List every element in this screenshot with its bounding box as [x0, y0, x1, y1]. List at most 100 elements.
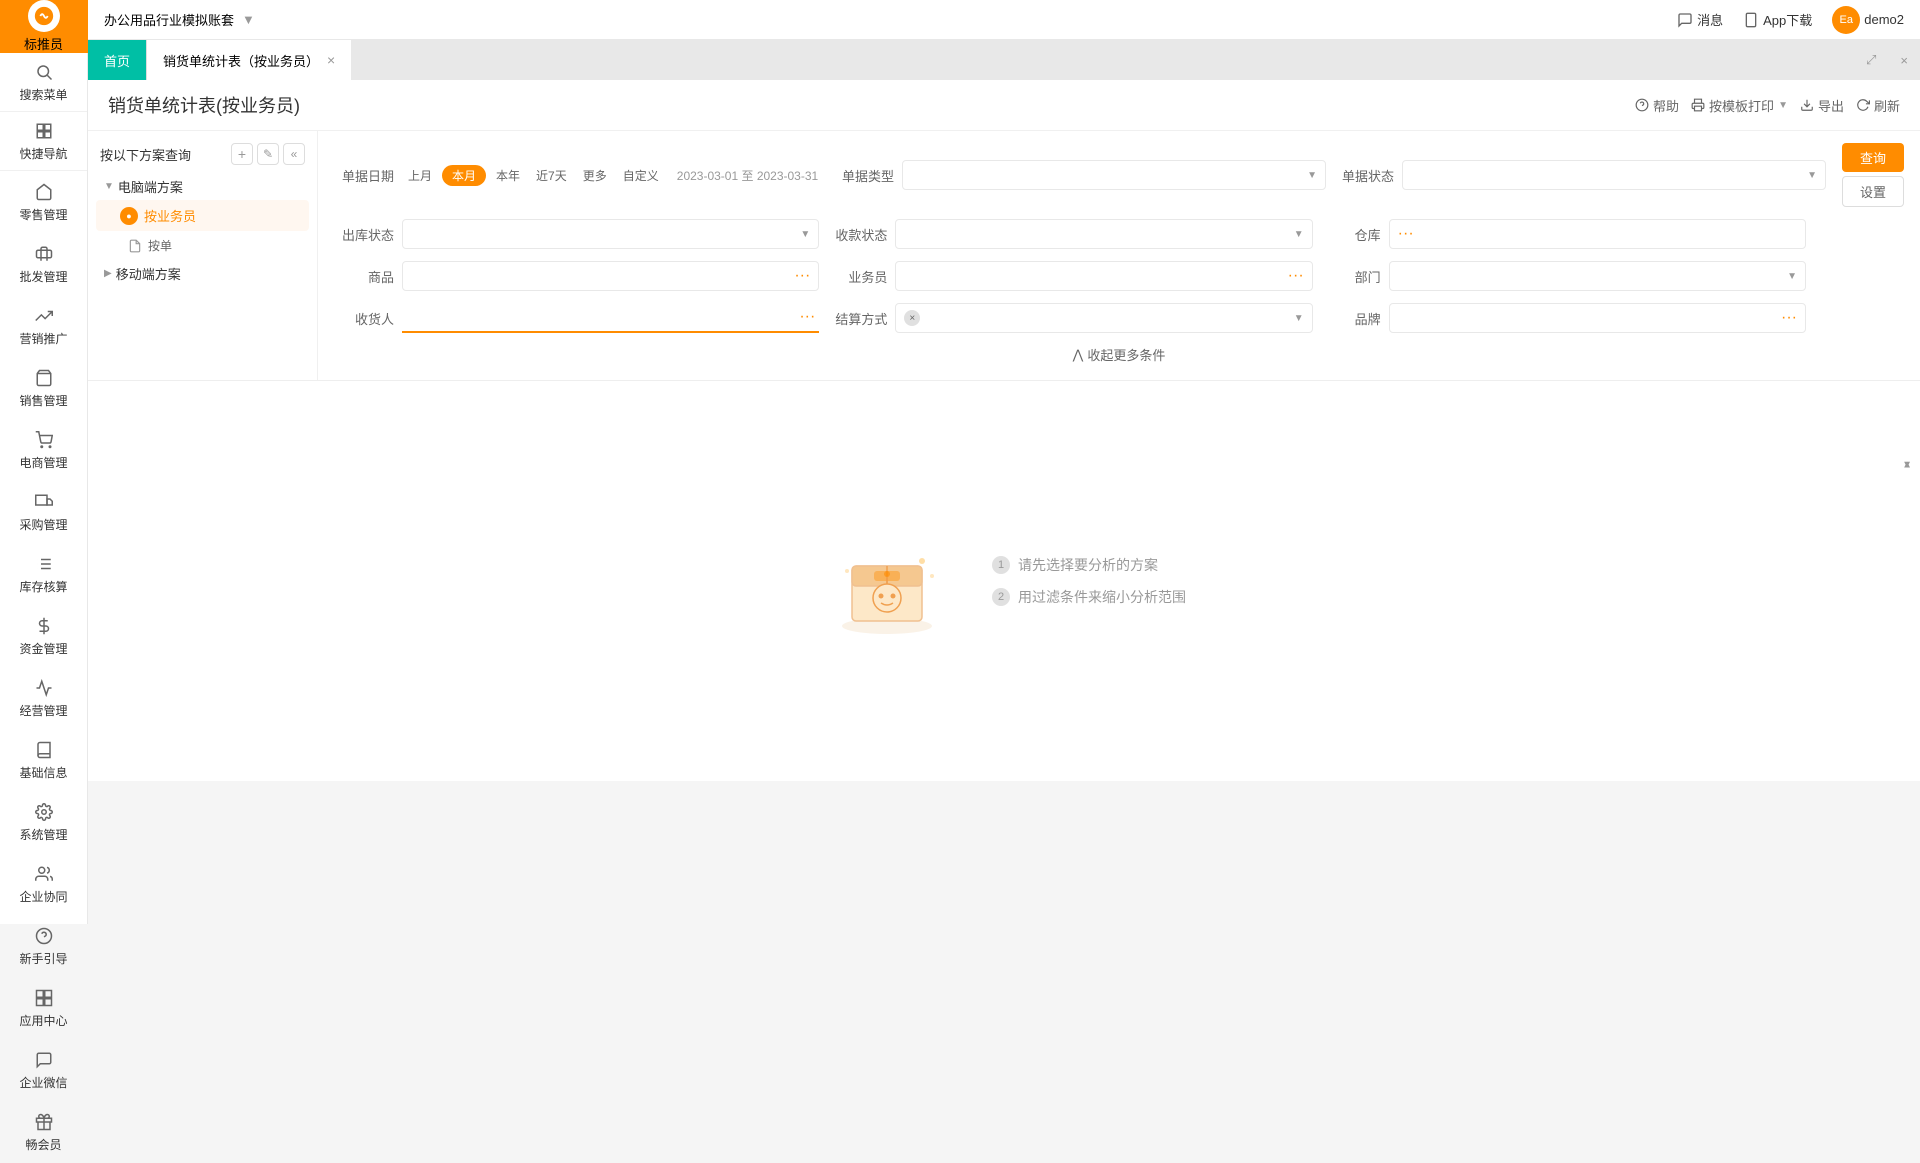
scheme-collapse-btn[interactable]: «: [283, 143, 305, 165]
sidebar-item-system[interactable]: 系统管理: [0, 791, 87, 853]
payment-select[interactable]: ▼: [895, 219, 1312, 249]
sidebar-item-operations[interactable]: 经营管理: [0, 667, 87, 729]
warehouse-input[interactable]: ···: [1389, 219, 1806, 249]
sidebar-item-appcenter[interactable]: 应用中心: [0, 977, 87, 1039]
sidebar-item-purchase[interactable]: 采购管理: [0, 481, 87, 543]
message-btn[interactable]: 消息: [1677, 10, 1723, 29]
filter-right: 单据日期 上月 本月 本年 近7天 更多 自定义 2023-03-01 至 20…: [318, 131, 1920, 380]
export-label: 导出: [1818, 96, 1844, 115]
scheme-edit-btn[interactable]: ✎: [257, 143, 279, 165]
sidebar-item-inventory[interactable]: 库存核算: [0, 543, 87, 605]
scheme-add-btn[interactable]: +: [231, 143, 253, 165]
brand-dots: ···: [1781, 309, 1797, 327]
query-btn[interactable]: 查询: [1842, 143, 1904, 172]
ecommerce-icon: [33, 429, 55, 451]
tab-close-all-btn[interactable]: ×: [1888, 40, 1920, 80]
app-download-label: App下载: [1763, 10, 1812, 29]
settlement-clear-btn[interactable]: ×: [904, 310, 920, 326]
dept-select[interactable]: ▼: [1389, 261, 1806, 291]
sidebar-item-member[interactable]: 畅会员: [0, 1101, 87, 1163]
payment-label: 收款状态: [827, 225, 887, 244]
basic-label: 基础信息: [19, 764, 67, 781]
consignee-label: 收货人: [334, 309, 394, 328]
filter-field-dept: 部门 ▼: [1321, 261, 1806, 291]
system-icon: [33, 801, 55, 823]
header-dropdown-icon[interactable]: ▼: [242, 12, 255, 27]
refresh-btn[interactable]: 刷新: [1856, 96, 1900, 115]
date-tab-this-month[interactable]: 本月: [442, 165, 486, 186]
tab-close-btn[interactable]: ×: [327, 52, 335, 68]
action-buttons: 查询 设置: [1842, 143, 1904, 207]
sidebar-item-wechat[interactable]: 企业微信: [0, 1039, 87, 1101]
sidebar-search-btn[interactable]: 搜索菜单: [0, 53, 87, 112]
maximize-icon: ⤢: [1866, 52, 1876, 68]
settings-btn[interactable]: 设置: [1842, 176, 1904, 207]
salesman-input[interactable]: ···: [895, 261, 1312, 291]
ecommerce-label: 电商管理: [19, 454, 67, 471]
brand-input[interactable]: ···: [1389, 303, 1806, 333]
tip2-text: 用过滤条件来缩小分析范围: [1018, 587, 1186, 607]
sidebar-item-basic[interactable]: 基础信息: [0, 729, 87, 791]
settlement-select[interactable]: × ▼: [895, 303, 1312, 333]
sidebar-item-marketing[interactable]: 营销推广: [0, 295, 87, 357]
app-download-btn[interactable]: App下载: [1743, 10, 1812, 29]
date-tab-this-year[interactable]: 本年: [490, 165, 526, 186]
sidebar-logo[interactable]: 标推员: [0, 0, 88, 53]
username-label: demo2: [1864, 12, 1904, 27]
finance-label: 资金管理: [19, 640, 67, 657]
date-tab-custom[interactable]: 自定义: [617, 165, 665, 186]
sidebar-item-newbie[interactable]: 新手引导: [0, 915, 87, 977]
empty-state-tips: 1 请先选择要分析的方案 2 用过滤条件来缩小分析范围: [992, 555, 1186, 607]
goods-input[interactable]: ···: [402, 261, 819, 291]
export-btn[interactable]: 导出: [1800, 96, 1844, 115]
help-label: 帮助: [1653, 96, 1679, 115]
sidebar-quicknav-btn[interactable]: 快捷导航: [0, 112, 87, 171]
consignee-input[interactable]: ···: [402, 303, 819, 333]
quicknav-label: 快捷导航: [19, 145, 67, 162]
empty-tip-1: 1 请先选择要分析的方案: [992, 555, 1186, 575]
page-title: 销货单统计表(按业务员): [108, 92, 300, 118]
scheme-item-salesman[interactable]: ● 按业务员: [96, 200, 309, 231]
scheme-header-label: 按以下方案查询: [100, 145, 191, 164]
filter-field-goods: 商品 ···: [334, 261, 819, 291]
filter-row-4: 收货人 ··· 结算方式 × ▼ 品牌: [334, 303, 1904, 333]
date-tab-more[interactable]: 更多: [577, 165, 613, 186]
enterprise-label: 企业协同: [19, 888, 67, 905]
scheme-group-pc-header[interactable]: ▼ 电脑端方案: [96, 173, 309, 200]
finance-icon: [33, 615, 55, 637]
help-btn[interactable]: 帮助: [1635, 96, 1679, 115]
sidebar-item-finance[interactable]: 资金管理: [0, 605, 87, 667]
wechat-icon: [33, 1049, 55, 1071]
sidebar-item-sales[interactable]: 销售管理: [0, 357, 87, 419]
scheme-subitem-order[interactable]: 按单: [96, 231, 309, 260]
storage-select[interactable]: ▼: [402, 219, 819, 249]
purchase-icon: [33, 491, 55, 513]
scheme-group-mobile-header[interactable]: ▶ 移动端方案: [96, 260, 309, 287]
consignee-dots: ···: [799, 308, 815, 326]
sidebar-item-wholesale[interactable]: 批发管理 ▲: [0, 233, 87, 295]
doctype-select[interactable]: ▼: [902, 160, 1326, 190]
member-label: 畅会员: [25, 1136, 61, 1153]
collapse-btn[interactable]: ⋀ 收起更多条件: [1073, 345, 1166, 364]
sidebar-item-enterprise[interactable]: 企业协同: [0, 853, 87, 915]
operations-icon: [33, 677, 55, 699]
docstatus-label: 单据状态: [1334, 166, 1394, 185]
sidebar-item-ecommerce[interactable]: 电商管理: [0, 419, 87, 481]
date-tab-last-month[interactable]: 上月: [402, 165, 438, 186]
template-print-btn[interactable]: 按模板打印 ▼: [1691, 96, 1788, 115]
main-area: 办公用品行业模拟账套 ▼ 消息 App下载 Ea demo2 首页 销货单统计表…: [88, 0, 1920, 924]
user-profile-btn[interactable]: Ea demo2: [1832, 6, 1904, 34]
docstatus-arrow: ▼: [1807, 170, 1817, 181]
tip2-num: 2: [992, 588, 1010, 606]
tab-home[interactable]: 首页: [88, 40, 146, 80]
empty-state-area: 1 请先选择要分析的方案 2 用过滤条件来缩小分析范围: [88, 381, 1920, 781]
template-print-arrow[interactable]: ▼: [1778, 100, 1788, 111]
template-print-label: 按模板打印: [1709, 96, 1774, 115]
tab-maximize-btn[interactable]: ⤢: [1854, 40, 1888, 80]
tab-active[interactable]: 销货单统计表（按业务员） ×: [146, 40, 351, 80]
top-header-left: 办公用品行业模拟账套 ▼: [104, 10, 255, 29]
sidebar-item-retail[interactable]: 零售管理 ▼: [0, 171, 87, 233]
date-tab-7days[interactable]: 近7天: [530, 165, 573, 186]
docstatus-select[interactable]: ▼: [1402, 160, 1826, 190]
add-icon: +: [238, 146, 246, 162]
